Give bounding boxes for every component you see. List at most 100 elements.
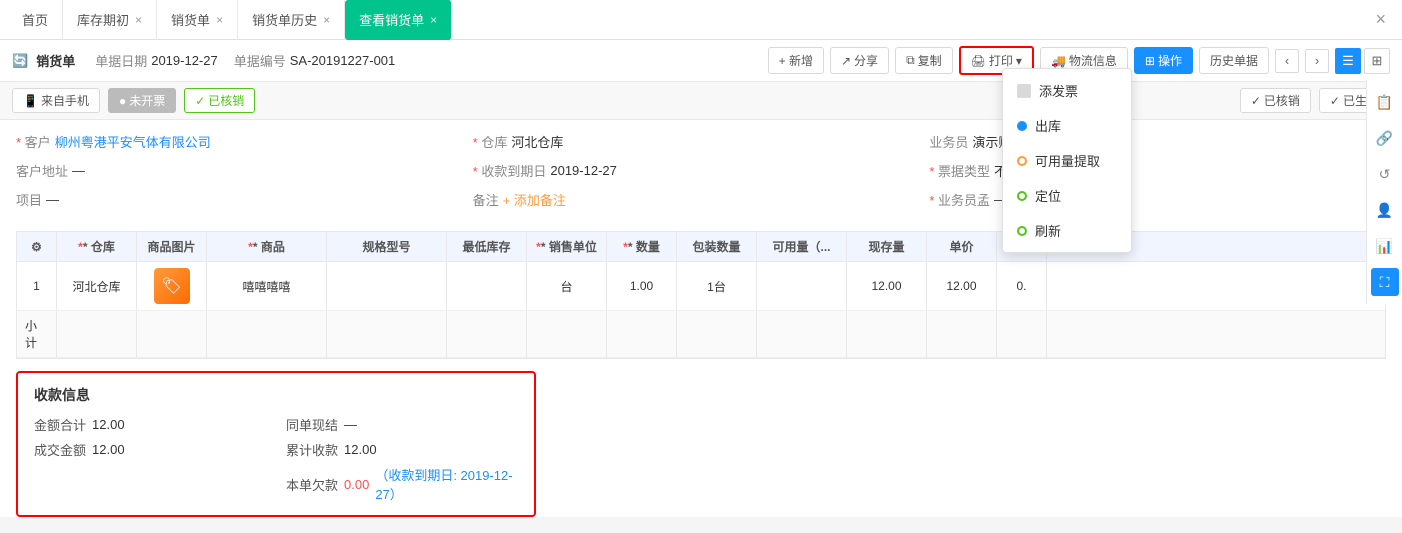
row-spec xyxy=(327,262,447,310)
product-image: 🏷 xyxy=(154,268,190,304)
toolbar: 🔄 销货单 单据日期 2019-12-27 单据编号 SA-20191227-0… xyxy=(0,40,1402,82)
row-avail xyxy=(757,262,847,310)
ticket-type-field: 票据类型 不开票 xyxy=(929,161,1386,180)
prev-record-button[interactable]: ‹ xyxy=(1275,49,1299,73)
col-avail: 可用量（... xyxy=(757,232,847,261)
same-order-settle-value: — xyxy=(344,417,357,432)
subtotal-price xyxy=(927,311,997,357)
checked-button[interactable]: ✓ 已核销 xyxy=(184,88,255,113)
col-price: 单价 xyxy=(927,232,997,261)
form-row-1: 客户 柳州粤港平安气体有限公司 仓库 河北仓库 业务员 演示账号 xyxy=(16,132,1386,151)
sidebar-link-icon[interactable]: 🔗 xyxy=(1371,124,1399,152)
tab-bar: 首页 库存期初 × 销货单 × 销货单历史 × 查看销货单 × × xyxy=(0,0,1402,40)
window-close-button[interactable]: × xyxy=(1367,9,1394,30)
history-button[interactable]: 历史单据 xyxy=(1199,47,1269,74)
add-invoice-label: 添发票 xyxy=(1039,81,1078,100)
effective-icon: ✓ xyxy=(1330,94,1340,108)
list-view-button[interactable]: ☰ xyxy=(1335,48,1361,74)
payment-title: 收款信息 xyxy=(34,385,518,405)
ticket-icon: ● xyxy=(119,94,126,108)
available-qty-item[interactable]: 可用量提取 xyxy=(1003,143,1131,178)
col-image: 商品图片 xyxy=(137,232,207,261)
outbound-item[interactable]: 出库 xyxy=(1003,108,1131,143)
product-table: ⚙ * 仓库 商品图片 * 商品 规格型号 最低库存 * 销售单位 * 数量 包… xyxy=(16,231,1386,359)
tab-sales-order-close[interactable]: × xyxy=(216,13,223,27)
tab-inventory-init-close[interactable]: × xyxy=(135,13,142,27)
customer-value[interactable]: 柳州粤港平安气体有限公司 xyxy=(55,132,211,151)
grid-view-button[interactable]: ⊞ xyxy=(1364,48,1390,74)
col-warehouse: * 仓库 xyxy=(57,232,137,261)
doc-icon: 🔄 xyxy=(12,53,28,69)
add-invoice-item[interactable]: 添发票 xyxy=(1003,73,1131,108)
row-minstock xyxy=(447,262,527,310)
not-open-button[interactable]: ● 未开票 xyxy=(108,88,176,113)
add-note-link[interactable]: + 添加备注 xyxy=(503,190,566,209)
table-header: ⚙ * 仓库 商品图片 * 商品 规格型号 最低库存 * 销售单位 * 数量 包… xyxy=(17,232,1385,262)
copy-button[interactable]: ⧉ 复制 xyxy=(895,47,953,74)
cancelled-button[interactable]: ✓ 已核销 xyxy=(1240,88,1311,113)
project-value: — xyxy=(46,192,59,207)
salesperson2-field: 业务员孟 — xyxy=(929,190,1386,209)
total-amount-item: 金额合计 12.00 xyxy=(34,415,266,434)
sidebar-chart-icon[interactable]: 📊 xyxy=(1371,232,1399,260)
tab-home[interactable]: 首页 xyxy=(8,0,63,40)
warehouse-label: 仓库 xyxy=(473,132,508,151)
available-qty-label: 可用量提取 xyxy=(1035,151,1100,170)
project-field: 项目 — xyxy=(16,190,473,209)
tab-sales-history[interactable]: 销货单历史 × xyxy=(238,0,345,40)
doc-meta: 单据日期 2019-12-27 单据编号 SA-20191227-001 xyxy=(95,51,763,70)
right-sidebar: 📋 🔗 ↺ 👤 📊 ⛶ xyxy=(1366,80,1402,304)
warehouse-field: 仓库 河北仓库 xyxy=(473,132,930,151)
toolbar2: 📱 来自手机 ● 未开票 ✓ 已核销 ✓ 已核销 ✓ 已生效 xyxy=(0,82,1402,120)
total-amount-value: 12.00 xyxy=(92,417,125,432)
sidebar-user-icon[interactable]: 👤 xyxy=(1371,196,1399,224)
col-spec: 规格型号 xyxy=(327,232,447,261)
check-icon: ✓ xyxy=(195,94,205,108)
sidebar-expand-icon[interactable]: ⛶ xyxy=(1371,268,1399,296)
form-row-3: 项目 — 备注 + 添加备注 业务员孟 — xyxy=(16,190,1386,209)
col-pkg: 包装数量 xyxy=(677,232,757,261)
tab-sales-order[interactable]: 销货单 × xyxy=(157,0,238,40)
col-stock: 现存量 xyxy=(847,232,927,261)
salesperson-label: 业务员 xyxy=(929,132,968,151)
operations-dropdown: 添发票 出库 可用量提取 定位 刷新 xyxy=(1002,68,1132,253)
tab-view-sales-order[interactable]: 查看销货单 × xyxy=(345,0,452,40)
col-product: * 商品 xyxy=(207,232,327,261)
tab-sales-history-close[interactable]: × xyxy=(323,13,330,27)
address-value: — xyxy=(72,163,85,178)
tab-inventory-init[interactable]: 库存期初 × xyxy=(63,0,157,40)
print-dropdown-arrow: ▾ xyxy=(1016,54,1022,68)
refresh-item[interactable]: 刷新 xyxy=(1003,213,1131,248)
next-record-button[interactable]: › xyxy=(1305,49,1329,73)
payment-grid: 金额合计 12.00 同单现结 — 成交金额 12.00 累计收款 12.00 … xyxy=(34,415,518,503)
available-qty-icon xyxy=(1017,156,1027,166)
from-phone-button[interactable]: 📱 来自手机 xyxy=(12,88,100,113)
col-qty: * 数量 xyxy=(607,232,677,261)
row-no: 1 xyxy=(17,262,57,310)
same-order-settle-label: 同单现结 xyxy=(286,415,338,434)
subtotal-unit xyxy=(527,311,607,357)
col-unit: * 销售单位 xyxy=(527,232,607,261)
meta-date: 单据日期 2019-12-27 xyxy=(95,51,218,70)
operations-button[interactable]: ⊞ 操作 xyxy=(1134,47,1193,74)
phone-icon: 📱 xyxy=(23,94,38,108)
outbound-label: 出库 xyxy=(1035,116,1061,135)
sidebar-refresh-icon[interactable]: ↺ xyxy=(1371,160,1399,188)
form-area: 客户 柳州粤港平安气体有限公司 仓库 河北仓库 业务员 演示账号 客户地址 — … xyxy=(0,120,1402,231)
row-pkg: 1台 xyxy=(677,262,757,310)
col-settings[interactable]: ⚙ xyxy=(17,232,57,261)
share-button[interactable]: ↗ 分享 xyxy=(830,47,889,74)
locate-label: 定位 xyxy=(1035,186,1061,205)
locate-item[interactable]: 定位 xyxy=(1003,178,1131,213)
row-price: 12.00 xyxy=(927,262,997,310)
transaction-amount-label: 成交金额 xyxy=(34,440,86,459)
table-row: 1 河北仓库 🏷 嘻嘻嘻嘻 台 1.00 1台 12.00 12.00 0. xyxy=(17,262,1385,311)
payment-section: 收款信息 金额合计 12.00 同单现结 — 成交金额 12.00 累计收款 1… xyxy=(16,371,536,517)
new-button[interactable]: + 新增 xyxy=(768,47,824,74)
date-value: 2019-12-27 xyxy=(151,53,218,68)
sidebar-doc-icon[interactable]: 📋 xyxy=(1371,88,1399,116)
tab-view-sales-order-close[interactable]: × xyxy=(430,13,437,27)
locate-icon xyxy=(1017,191,1027,201)
outbound-icon xyxy=(1017,121,1027,131)
tab-home-label: 首页 xyxy=(22,10,48,29)
